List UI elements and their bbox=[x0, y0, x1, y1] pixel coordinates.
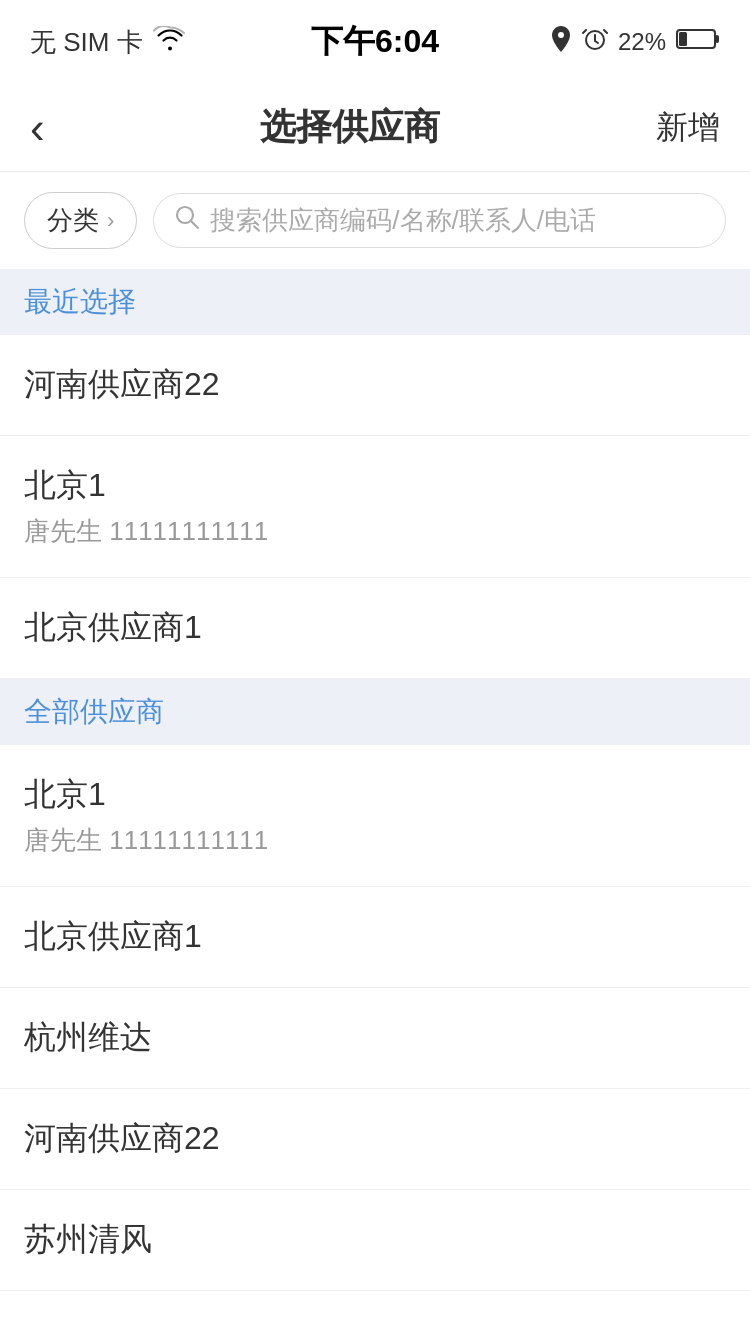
all-list-item[interactable]: 河南供应商22 bbox=[0, 1089, 750, 1190]
nav-bar: ‹ 选择供应商 新增 bbox=[0, 84, 750, 172]
battery-percent: 22% bbox=[618, 28, 666, 56]
item-sub: 唐先生 11111111111 bbox=[24, 514, 726, 549]
all-list-item[interactable]: 北京供应商1 bbox=[0, 887, 750, 988]
back-button[interactable]: ‹ bbox=[30, 103, 45, 153]
add-button[interactable]: 新增 bbox=[656, 106, 720, 150]
wifi-icon bbox=[153, 26, 187, 59]
item-sub: 唐先生 11111111111 bbox=[24, 823, 726, 858]
item-name: 北京供应商1 bbox=[24, 606, 726, 650]
svg-rect-4 bbox=[679, 32, 687, 46]
item-name: 北京1 bbox=[24, 464, 726, 508]
category-label: 分类 bbox=[47, 203, 99, 238]
chevron-right-icon: › bbox=[107, 208, 114, 234]
search-input[interactable] bbox=[210, 205, 705, 236]
status-right: 22% bbox=[550, 25, 720, 59]
svg-point-0 bbox=[558, 32, 564, 38]
back-icon: ‹ bbox=[30, 103, 45, 153]
recent-list-item[interactable]: 北京供应商1 bbox=[0, 578, 750, 679]
all-items-list: 北京1 唐先生 11111111111 北京供应商1 杭州维达河南供应商22 苏州清风 bbox=[0, 745, 750, 1291]
all-list-item[interactable]: 苏州清风 bbox=[0, 1190, 750, 1291]
recent-items-list: 河南供应商22 北京1 唐先生 11111111111 北京供应商1 bbox=[0, 335, 750, 679]
search-icon bbox=[174, 204, 200, 237]
item-name: 河南供应商22 bbox=[24, 1117, 726, 1161]
carrier-label: 无 SIM 卡 bbox=[30, 25, 143, 60]
category-filter[interactable]: 分类 › bbox=[24, 192, 137, 249]
recent-list-item[interactable]: 北京1 唐先生 11111111111 bbox=[0, 436, 750, 578]
status-left: 无 SIM 卡 bbox=[30, 25, 187, 60]
item-name: 北京1 bbox=[24, 773, 726, 817]
battery-icon bbox=[676, 27, 720, 57]
status-bar: 无 SIM 卡 下午6:04 22% bbox=[0, 0, 750, 84]
all-section-header: 全部供应商 bbox=[0, 679, 750, 745]
filter-bar: 分类 › bbox=[0, 172, 750, 269]
item-name: 苏州清风 bbox=[24, 1218, 726, 1262]
item-name: 杭州维达 bbox=[24, 1016, 726, 1060]
item-name: 北京供应商1 bbox=[24, 915, 726, 959]
location-icon bbox=[550, 25, 572, 59]
svg-rect-3 bbox=[715, 35, 719, 43]
all-list-item[interactable]: 杭州维达 bbox=[0, 988, 750, 1089]
all-list-item[interactable]: 北京1 唐先生 11111111111 bbox=[0, 745, 750, 887]
item-name: 河南供应商22 bbox=[24, 363, 726, 407]
recent-section-header: 最近选择 bbox=[0, 269, 750, 335]
recent-list-item[interactable]: 河南供应商22 bbox=[0, 335, 750, 436]
alarm-icon bbox=[582, 25, 608, 59]
status-time: 下午6:04 bbox=[311, 20, 439, 64]
svg-line-6 bbox=[191, 221, 198, 228]
page-title: 选择供应商 bbox=[260, 103, 440, 152]
search-box bbox=[153, 193, 726, 248]
